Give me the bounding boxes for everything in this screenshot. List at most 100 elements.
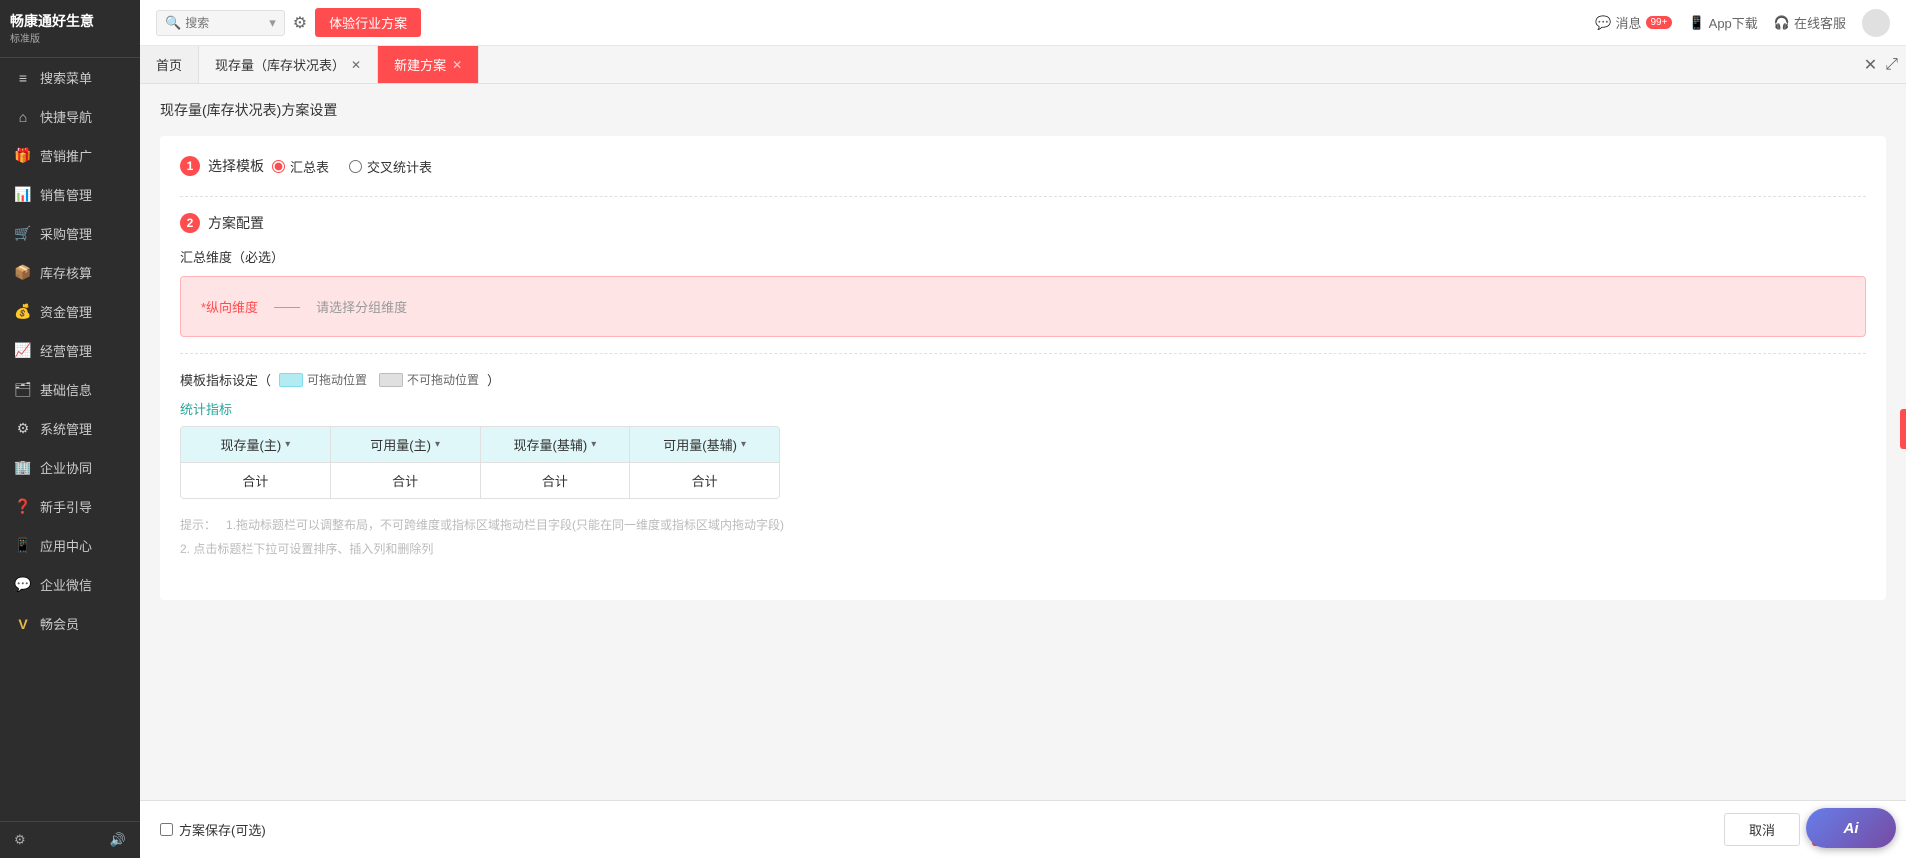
divider2 bbox=[180, 353, 1866, 354]
sidebar-item-label: 新手引导 bbox=[40, 497, 92, 516]
tabbar: 首页 现存量（库存状况表） ✕ 新建方案 ✕ ✕ ⤢ bbox=[140, 46, 1906, 84]
col-current-main-label: 现存量(主) bbox=[221, 435, 282, 454]
not-draggable-label: 不可拖动位置 bbox=[407, 371, 479, 388]
online-service-item[interactable]: 🎧 在线客服 bbox=[1774, 13, 1846, 32]
settings-icon[interactable]: ⚙ bbox=[14, 832, 26, 848]
messages-badge: 99+ bbox=[1646, 16, 1673, 29]
stats-label: 统计指标 bbox=[180, 399, 1866, 418]
radio-summary-label: 汇总表 bbox=[290, 157, 329, 176]
avatar[interactable] bbox=[1862, 9, 1890, 37]
chevron-down-icon: ▾ bbox=[741, 439, 746, 450]
sidebar-item-quick-nav[interactable]: ⌂ 快捷导航 bbox=[0, 97, 140, 136]
sidebar-item-marketing[interactable]: 🎁 营销推广 bbox=[0, 136, 140, 175]
sidebar-item-label: 应用中心 bbox=[40, 536, 92, 555]
tab-new-plan-close[interactable]: ✕ bbox=[452, 58, 462, 72]
save-checkbox[interactable] bbox=[160, 823, 173, 836]
guide-icon: ❓ bbox=[14, 498, 32, 516]
dim-arrow: —— bbox=[274, 299, 300, 314]
expand-icon[interactable]: ⤢ bbox=[1885, 56, 1898, 74]
tab-new-plan-label: 新建方案 bbox=[394, 55, 446, 74]
app-download-icon: 📱 bbox=[1688, 15, 1704, 31]
tab-inventory-label: 现存量（库存状况表） bbox=[215, 55, 345, 74]
member-icon: V bbox=[14, 615, 32, 633]
tab-new-plan[interactable]: 新建方案 ✕ bbox=[378, 46, 479, 83]
sidebar-item-label: 经营管理 bbox=[40, 341, 92, 360]
indicator-legend: 可拖动位置 不可拖动位置 bbox=[279, 371, 479, 388]
sidebar-item-inventory[interactable]: 📦 库存核算 bbox=[0, 253, 140, 292]
radio-summary-input[interactable] bbox=[272, 160, 285, 173]
radio-cross-input[interactable] bbox=[349, 160, 362, 173]
tip1: 提示： 1.拖动标题栏可以调整布局，不可跨维度或指标区域拖动栏目字段(只能在同一… bbox=[180, 515, 1866, 537]
close-icon[interactable]: ✕ bbox=[1864, 55, 1877, 75]
sidebar-item-operation[interactable]: 📈 经营管理 bbox=[0, 331, 140, 370]
step2-title: 方案配置 bbox=[208, 213, 264, 233]
headset-icon: 🎧 bbox=[1774, 15, 1790, 31]
ai-float-button[interactable]: Ai bbox=[1806, 808, 1896, 848]
search-menu-icon: ≡ bbox=[14, 69, 32, 87]
sidebar-item-label: 库存核算 bbox=[40, 263, 92, 282]
sidebar-item-label: 基础信息 bbox=[40, 380, 92, 399]
draggable-box bbox=[279, 373, 303, 387]
app-center-icon: 📱 bbox=[14, 537, 32, 555]
topbar-left: 🔍 ▾ ⚙ 体验行业方案 bbox=[156, 8, 1583, 37]
save-option: 方案保存(可选) bbox=[160, 820, 266, 839]
topbar-right: 💬 消息 99+ 📱 App下载 🎧 在线客服 bbox=[1595, 9, 1890, 37]
step1-section: 1 选择模板 汇总表 交叉统计表 bbox=[180, 156, 1866, 176]
cell-current-main-sub: 合计 bbox=[181, 463, 331, 498]
speaker-icon[interactable]: 🔊 bbox=[110, 832, 126, 848]
search-box[interactable]: 🔍 ▾ bbox=[156, 10, 285, 36]
summary-dimension-label: 汇总维度（必选） bbox=[180, 247, 1866, 266]
sales-icon: 📊 bbox=[14, 186, 32, 204]
sidebar-item-search-menu[interactable]: ≡ 搜索菜单 bbox=[0, 58, 140, 97]
col-current-main[interactable]: 现存量(主) ▾ bbox=[181, 427, 331, 462]
sidebar-item-member[interactable]: V 畅会员 bbox=[0, 604, 140, 643]
tab-inventory-close[interactable]: ✕ bbox=[351, 58, 361, 72]
sidebar-item-label: 企业微信 bbox=[40, 575, 92, 594]
draggable-label: 可拖动位置 bbox=[307, 371, 367, 388]
message-icon: 💬 bbox=[1595, 15, 1611, 31]
quick-nav-icon: ⌂ bbox=[14, 108, 32, 126]
sidebar-item-guide[interactable]: ❓ 新手引导 bbox=[0, 487, 140, 526]
sidebar-item-purchase[interactable]: 🛒 采购管理 bbox=[0, 214, 140, 253]
divider1 bbox=[180, 196, 1866, 197]
indicator-settings-label: 模板指标设定（ 可拖动位置 不可拖动位置 ） bbox=[180, 370, 1866, 389]
col-available-main[interactable]: 可用量(主) ▾ bbox=[331, 427, 481, 462]
messages-item[interactable]: 💬 消息 99+ bbox=[1595, 13, 1672, 32]
step2-section: 2 方案配置 汇总维度（必选） *纵向维度 —— 请选择分组维度 模板指标设定（ bbox=[180, 213, 1866, 560]
gear-icon[interactable]: ⚙ bbox=[293, 13, 307, 33]
radio-summary[interactable]: 汇总表 bbox=[272, 157, 329, 176]
step1-badge: 1 bbox=[180, 156, 200, 176]
dim-placeholder: 请选择分组维度 bbox=[316, 297, 407, 316]
cancel-button[interactable]: 取消 bbox=[1724, 813, 1800, 846]
basic-info-icon: 🗂 bbox=[14, 381, 32, 399]
sidebar-item-wechat[interactable]: 💬 企业微信 bbox=[0, 565, 140, 604]
app-download-item[interactable]: 📱 App下载 bbox=[1688, 13, 1757, 32]
operation-icon: 📈 bbox=[14, 342, 32, 360]
experience-button[interactable]: 体验行业方案 bbox=[315, 8, 421, 37]
sidebar-item-basic-info[interactable]: 🗂 基础信息 bbox=[0, 370, 140, 409]
sidebar-item-label: 畅会员 bbox=[40, 614, 79, 633]
radio-cross-label: 交叉统计表 bbox=[367, 157, 432, 176]
search-input[interactable] bbox=[185, 16, 265, 30]
content: 现存量(库存状况表)方案设置 1 选择模板 汇总表 交叉统计表 bbox=[140, 84, 1906, 800]
vertical-dim-label: *纵向维度 bbox=[201, 297, 258, 316]
tab-home[interactable]: 首页 bbox=[140, 46, 199, 83]
col-available-aux[interactable]: 可用量(基辅) ▾ bbox=[630, 427, 779, 462]
tab-inventory-status[interactable]: 现存量（库存状况表） ✕ bbox=[199, 46, 378, 83]
sidebar-item-system[interactable]: ⚙ 系统管理 bbox=[0, 409, 140, 448]
radio-cross[interactable]: 交叉统计表 bbox=[349, 157, 432, 176]
sidebar-item-label: 营销推广 bbox=[40, 146, 92, 165]
right-edge-handle[interactable] bbox=[1900, 409, 1906, 449]
tip-title: 提示： bbox=[180, 518, 223, 532]
dimension-box: *纵向维度 —— 请选择分组维度 bbox=[180, 276, 1866, 337]
col-current-aux[interactable]: 现存量(基辅) ▾ bbox=[481, 427, 631, 462]
sidebar-bottom: ⚙ 🔊 bbox=[0, 821, 140, 858]
step1-header: 1 选择模板 汇总表 交叉统计表 bbox=[180, 156, 1866, 176]
sidebar-item-enterprise[interactable]: 🏢 企业协同 bbox=[0, 448, 140, 487]
sidebar-item-app-center[interactable]: 📱 应用中心 bbox=[0, 526, 140, 565]
finance-icon: 💰 bbox=[14, 303, 32, 321]
purchase-icon: 🛒 bbox=[14, 225, 32, 243]
sidebar-item-finance[interactable]: 💰 资金管理 bbox=[0, 292, 140, 331]
tip2: 2. 点击标题栏下拉可设置排序、插入列和删除列 bbox=[180, 539, 1866, 561]
sidebar-item-sales[interactable]: 📊 销售管理 bbox=[0, 175, 140, 214]
